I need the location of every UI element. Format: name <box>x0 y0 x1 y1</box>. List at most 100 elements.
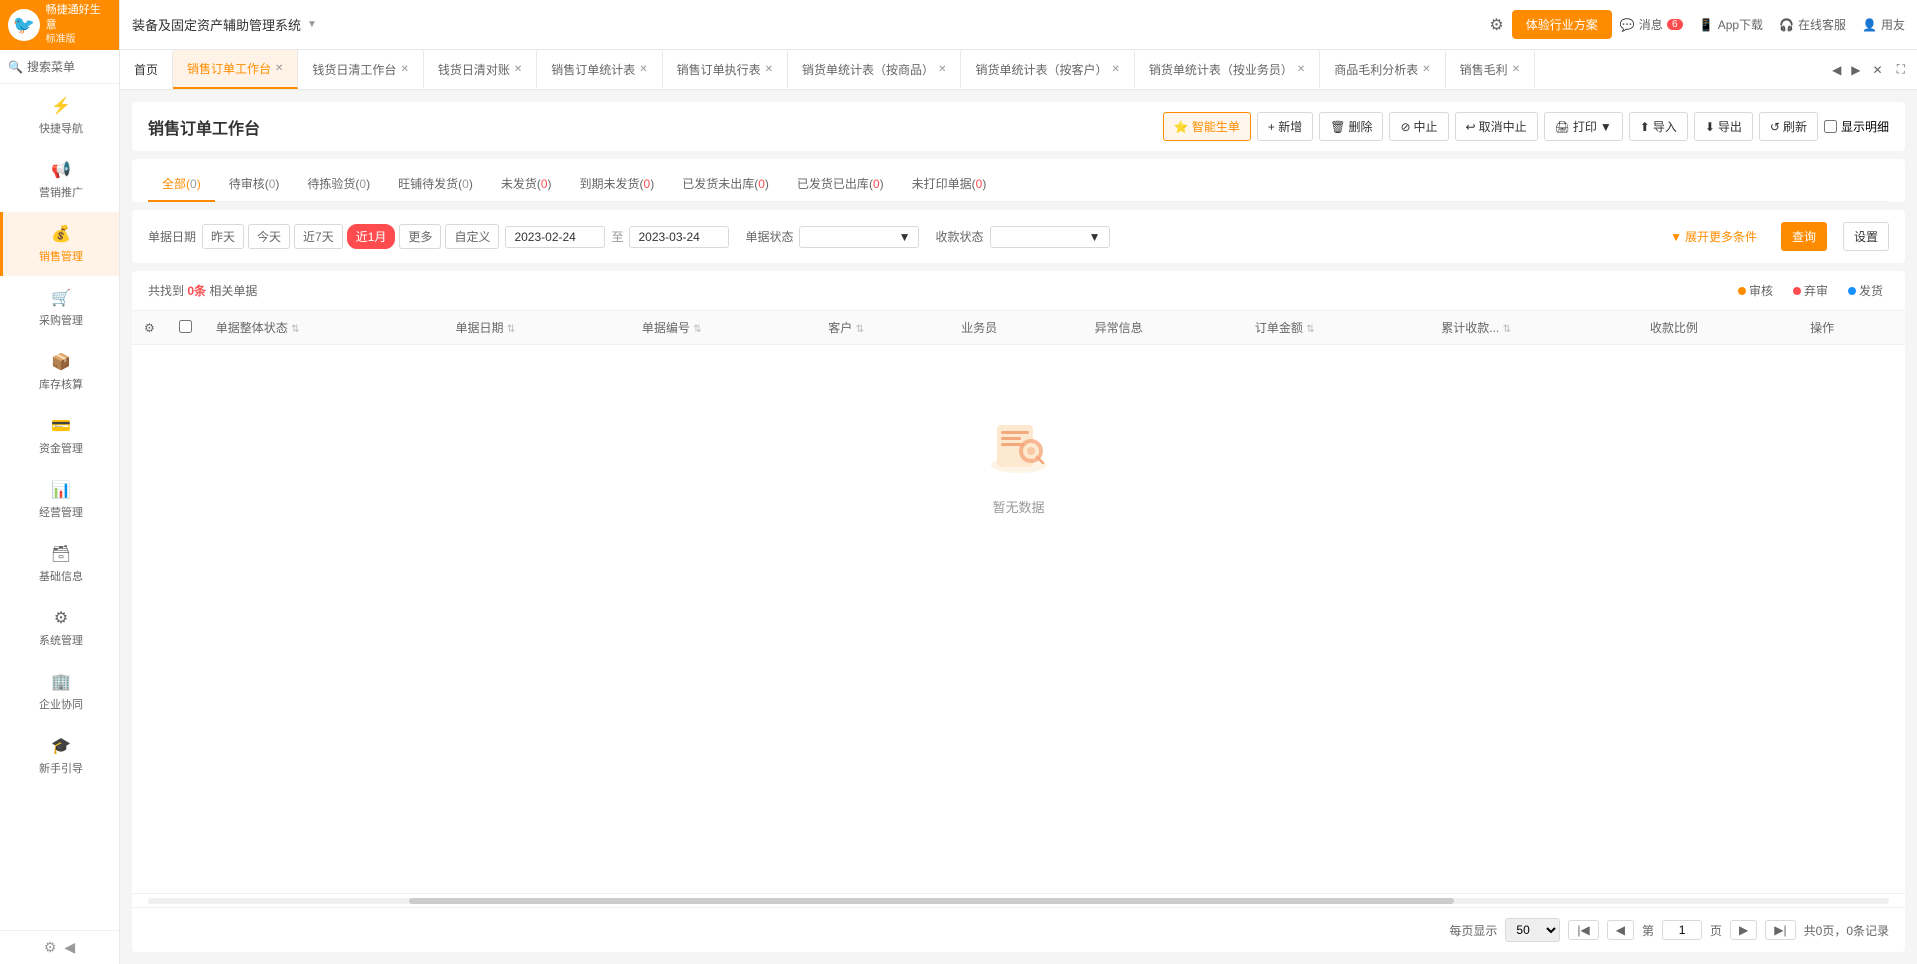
date-from-input[interactable] <box>505 226 605 248</box>
tab-sales-profit[interactable]: 销售毛利 ✕ <box>1446 51 1535 88</box>
date-btn-1month[interactable]: 近1月 <box>347 224 396 249</box>
app-download-btn[interactable]: 📱 App下载 <box>1699 16 1763 33</box>
filter-tab-not-printed[interactable]: 未打印单据(0) <box>898 167 1001 202</box>
sort-collected-icon[interactable]: ⇅ <box>1503 324 1511 335</box>
date-btn-custom[interactable]: 自定义 <box>445 224 499 249</box>
ai-generate-btn[interactable]: ⭐ 智能生单 <box>1163 112 1251 141</box>
tab-home[interactable]: 首页 <box>120 51 173 88</box>
show-detail-checkbox[interactable] <box>1824 120 1837 133</box>
last-page-btn[interactable]: ▶| <box>1765 920 1795 940</box>
filter-tab-not-shipped[interactable]: 未发货(0) <box>487 167 566 202</box>
export-btn[interactable]: ⬇ 导出 <box>1694 112 1753 141</box>
tab-close-cash-reconcile[interactable]: ✕ <box>514 64 522 75</box>
refresh-btn[interactable]: ↺ 刷新 <box>1759 112 1818 141</box>
filter-tab-shipped-out[interactable]: 已发货已出库(0) <box>783 167 898 202</box>
sidebar-item-guide[interactable]: 🎓 新手引导 <box>0 724 119 788</box>
tab-close-sales-summary-product[interactable]: ✕ <box>938 64 946 75</box>
select-all-checkbox[interactable] <box>179 320 192 333</box>
topbar-dropdown-arrow[interactable]: ▼ <box>307 19 317 30</box>
tab-close-sales-summary-customer[interactable]: ✕ <box>1111 64 1119 75</box>
sidebar-item-enterprise[interactable]: 🏢 企业协同 <box>0 660 119 724</box>
sidebar-item-basic-info[interactable]: 🗃 基础信息 <box>0 532 119 596</box>
sidebar-item-system[interactable]: ⚙ 系统管理 <box>0 596 119 660</box>
tab-sales-workbench[interactable]: 销售订单工作台 ✕ <box>173 50 298 89</box>
th-collected: 累计收款... ⇅ <box>1429 311 1638 345</box>
sort-status-icon[interactable]: ⇅ <box>291 324 299 335</box>
tab-close-sales-summary-staff[interactable]: ✕ <box>1297 64 1305 75</box>
sort-date-icon[interactable]: ⇅ <box>507 324 515 335</box>
date-btn-today[interactable]: 今天 <box>248 224 290 249</box>
horizontal-scrollbar[interactable] <box>132 893 1905 907</box>
sort-amount-icon[interactable]: ⇅ <box>1306 324 1314 335</box>
batch-unreviewed-btn[interactable]: 弃审 <box>1787 279 1834 302</box>
tab-close-cash-daily[interactable]: ✕ <box>400 64 408 75</box>
sidebar-settings-btn[interactable]: ⚙ <box>44 939 57 956</box>
tab-close-sales-exec[interactable]: ✕ <box>765 64 773 75</box>
expand-conditions-btn[interactable]: ▼ 展开更多条件 <box>1670 228 1757 245</box>
sort-customer-icon[interactable]: ⇅ <box>856 324 864 335</box>
delete-btn[interactable]: 🗑 删除 <box>1319 112 1383 141</box>
next-page-btn[interactable]: ▶ <box>1730 920 1757 940</box>
payment-select[interactable]: ▼ <box>990 226 1110 248</box>
print-btn[interactable]: 🖨 打印 ▼ <box>1544 112 1623 141</box>
tab-close-sales-stats[interactable]: ✕ <box>639 64 647 75</box>
import-btn[interactable]: ⬆ 导入 <box>1629 112 1688 141</box>
sort-number-icon[interactable]: ⇅ <box>693 324 701 335</box>
date-btn-7days[interactable]: 近7天 <box>294 224 343 249</box>
cancel-abort-btn[interactable]: ↩ 取消中止 <box>1455 112 1538 141</box>
filter-tab-pending-review[interactable]: 待审核(0) <box>215 167 294 202</box>
filter-tab-all[interactable]: 全部(0) <box>148 167 215 202</box>
user-btn[interactable]: 👤 用友 <box>1862 16 1905 33</box>
filter-tab-pending-inspect[interactable]: 待拣验货(0) <box>293 167 384 202</box>
sidebar-collapse-btn[interactable]: ◀ <box>64 939 75 956</box>
tab-sales-exec[interactable]: 销售订单执行表 ✕ <box>663 51 788 88</box>
status-select[interactable]: ▼ <box>799 226 919 248</box>
tab-sales-summary-customer[interactable]: 销货单统计表（按客户） ✕ <box>961 51 1134 88</box>
sidebar-item-sales[interactable]: 💰 销售管理 <box>0 212 119 276</box>
date-btn-more[interactable]: 更多 <box>399 224 441 249</box>
prev-page-btn[interactable]: ◀ <box>1607 920 1634 940</box>
first-page-btn[interactable]: |◀ <box>1568 920 1598 940</box>
table-scroll[interactable]: ⚙ 单据整体状态 ⇅ 单据日期 ⇅ 单据编号 <box>132 311 1905 893</box>
date-to-input[interactable] <box>629 226 729 248</box>
industry-btn[interactable]: 体验行业方案 <box>1512 10 1612 39</box>
message-btn[interactable]: 💬 消息 6 <box>1620 16 1683 33</box>
settings-query-btn[interactable]: 设置 <box>1843 222 1889 251</box>
filter-tab-wangpu-ship[interactable]: 旺铺待发货(0) <box>384 167 487 202</box>
sidebar-item-marketing[interactable]: 📢 营销推广 <box>0 148 119 212</box>
tab-cash-daily[interactable]: 钱货日清工作台 ✕ <box>298 51 423 88</box>
filter-tab-shipped-not-out[interactable]: 已发货未出库(0) <box>668 167 783 202</box>
sidebar-item-purchase[interactable]: 🛒 采购管理 <box>0 276 119 340</box>
filter-tab-overdue-ship[interactable]: 到期未发货(0) <box>566 167 669 202</box>
batch-review-btn[interactable]: 审核 <box>1732 279 1779 302</box>
add-btn[interactable]: + 新增 <box>1257 112 1313 141</box>
tab-sales-summary-product[interactable]: 销货单统计表（按商品） ✕ <box>788 51 961 88</box>
sidebar-item-quick-nav[interactable]: ⚡ 快捷导航 <box>0 84 119 148</box>
sidebar-search[interactable]: 🔍 搜索菜单 <box>0 50 119 84</box>
online-service-btn[interactable]: 🎧 在线客服 <box>1779 16 1846 33</box>
tab-margin-analysis[interactable]: 商品毛利分析表 ✕ <box>1320 51 1445 88</box>
th-settings[interactable]: ⚙ <box>132 311 167 345</box>
th-checkbox[interactable] <box>167 311 204 345</box>
date-btn-yesterday[interactable]: 昨天 <box>202 224 244 249</box>
sidebar-item-inventory[interactable]: 📦 库存核算 <box>0 340 119 404</box>
sidebar-item-operations[interactable]: 📊 经营管理 <box>0 468 119 532</box>
query-btn[interactable]: 查询 <box>1781 222 1827 251</box>
show-detail-checkbox-label[interactable]: 显示明细 <box>1824 118 1889 135</box>
tab-sales-stats[interactable]: 销售订单统计表 ✕ <box>537 51 662 88</box>
tab-scroll-right[interactable]: ▶ <box>1847 61 1864 79</box>
tab-close-sales-profit[interactable]: ✕ <box>1512 64 1520 75</box>
topbar-settings-icon[interactable]: ⚙ <box>1489 15 1503 35</box>
sidebar-item-finance[interactable]: 💳 资金管理 <box>0 404 119 468</box>
tab-close-margin-analysis[interactable]: ✕ <box>1422 64 1430 75</box>
tab-scroll-left[interactable]: ◀ <box>1828 61 1845 79</box>
page-input[interactable] <box>1662 920 1702 940</box>
page-size-select[interactable]: 50 10 20 100 <box>1505 918 1560 942</box>
tab-close-sales-workbench[interactable]: ✕ <box>275 63 283 74</box>
tab-sales-summary-staff[interactable]: 销货单统计表（按业务员） ✕ <box>1135 51 1320 88</box>
tab-close-all[interactable]: ✕ <box>1867 61 1889 79</box>
tab-cash-reconcile[interactable]: 钱货日清对账 ✕ <box>424 51 537 88</box>
batch-ship-btn[interactable]: 发货 <box>1842 279 1889 302</box>
abort-btn[interactable]: ⊘ 中止 <box>1389 112 1448 141</box>
tab-fullscreen[interactable]: ⛶ <box>1891 60 1911 79</box>
